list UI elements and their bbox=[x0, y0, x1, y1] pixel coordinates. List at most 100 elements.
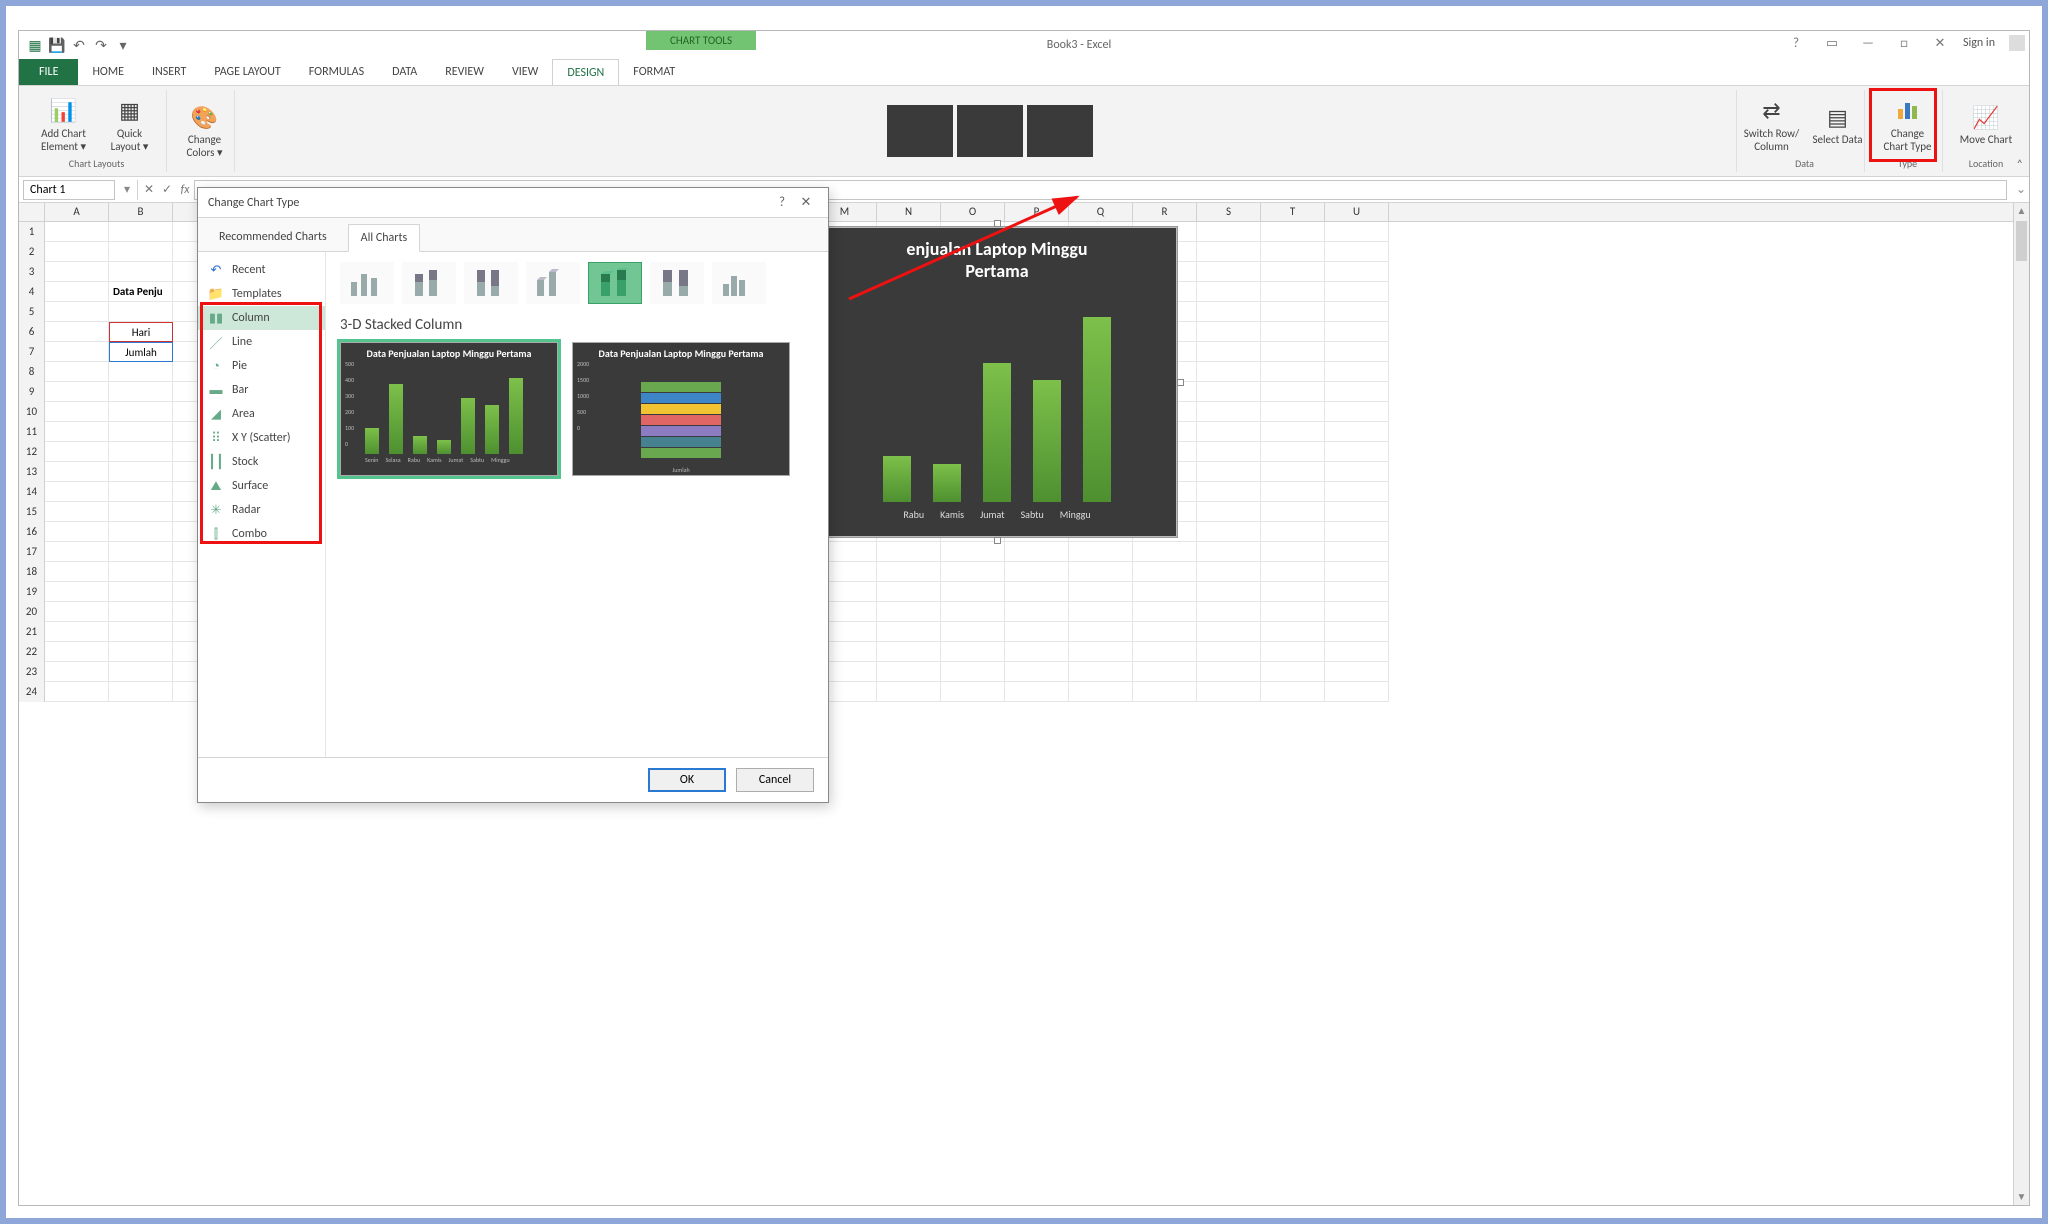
cell[interactable] bbox=[1261, 282, 1325, 302]
name-box-dropdown-icon[interactable]: ▾ bbox=[119, 182, 135, 197]
row-header[interactable]: 23 bbox=[19, 662, 45, 682]
cell[interactable] bbox=[941, 582, 1005, 602]
cell[interactable] bbox=[1325, 482, 1389, 502]
cell[interactable] bbox=[1133, 582, 1197, 602]
fx-button[interactable]: fx bbox=[176, 183, 194, 197]
cell[interactable] bbox=[1069, 622, 1133, 642]
select-data-button[interactable]: ▤ Select Data bbox=[1810, 103, 1866, 146]
cell[interactable] bbox=[1325, 442, 1389, 462]
cell[interactable] bbox=[109, 682, 173, 702]
cell[interactable] bbox=[1069, 582, 1133, 602]
cell[interactable] bbox=[1133, 662, 1197, 682]
cell[interactable] bbox=[109, 462, 173, 482]
redo-icon[interactable]: ↷ bbox=[91, 35, 111, 55]
column-header[interactable]: S bbox=[1197, 203, 1261, 221]
row-header[interactable]: 5 bbox=[19, 302, 45, 322]
column-header[interactable]: U bbox=[1325, 203, 1389, 221]
cell[interactable] bbox=[877, 562, 941, 582]
subtype-stacked-column[interactable] bbox=[402, 262, 456, 304]
cat-scatter[interactable]: ⠿X Y (Scatter) bbox=[198, 426, 325, 450]
row-header[interactable]: 17 bbox=[19, 542, 45, 562]
cell[interactable] bbox=[45, 542, 109, 562]
cell[interactable] bbox=[109, 482, 173, 502]
cell[interactable] bbox=[109, 662, 173, 682]
row-header[interactable]: 7 bbox=[19, 342, 45, 362]
cell[interactable] bbox=[1197, 502, 1261, 522]
chart-plot-area[interactable] bbox=[828, 292, 1166, 502]
cell[interactable] bbox=[1325, 342, 1389, 362]
cell[interactable] bbox=[1197, 302, 1261, 322]
cell[interactable] bbox=[1069, 642, 1133, 662]
cell[interactable] bbox=[109, 242, 173, 262]
cell[interactable] bbox=[1261, 642, 1325, 662]
cell[interactable] bbox=[1261, 582, 1325, 602]
subtype-clustered-column[interactable] bbox=[340, 262, 394, 304]
cell[interactable] bbox=[45, 682, 109, 702]
cell[interactable] bbox=[1325, 402, 1389, 422]
cell[interactable] bbox=[109, 302, 173, 322]
cell[interactable]: Hari bbox=[109, 322, 173, 342]
cell[interactable] bbox=[1197, 442, 1261, 462]
cell[interactable] bbox=[109, 502, 173, 522]
cell[interactable] bbox=[1005, 562, 1069, 582]
tab-all-charts[interactable]: All Charts bbox=[348, 224, 421, 252]
cell[interactable] bbox=[45, 222, 109, 242]
cell[interactable] bbox=[1261, 662, 1325, 682]
cell[interactable] bbox=[45, 282, 109, 302]
scroll-up-icon[interactable]: ▲ bbox=[2014, 203, 2029, 219]
cell[interactable] bbox=[1325, 302, 1389, 322]
cell[interactable] bbox=[1197, 462, 1261, 482]
cell[interactable] bbox=[1325, 262, 1389, 282]
tab-formulas[interactable]: FORMULAS bbox=[295, 59, 378, 85]
cell[interactable] bbox=[109, 542, 173, 562]
cell[interactable] bbox=[45, 442, 109, 462]
cell[interactable] bbox=[109, 622, 173, 642]
cell[interactable] bbox=[45, 322, 109, 342]
cell[interactable] bbox=[1197, 582, 1261, 602]
tab-format[interactable]: FORMAT bbox=[619, 59, 689, 85]
tab-design[interactable]: DESIGN bbox=[552, 59, 619, 85]
cancel-button[interactable]: Cancel bbox=[736, 768, 814, 792]
cell[interactable] bbox=[1261, 262, 1325, 282]
cat-line[interactable]: ／Line bbox=[198, 330, 325, 354]
cell[interactable] bbox=[1261, 322, 1325, 342]
cell[interactable] bbox=[1325, 222, 1389, 242]
row-header[interactable]: 21 bbox=[19, 622, 45, 642]
cat-radar[interactable]: ✳Radar bbox=[198, 498, 325, 522]
column-header[interactable]: T bbox=[1261, 203, 1325, 221]
cell[interactable] bbox=[1325, 662, 1389, 682]
cell[interactable] bbox=[1197, 322, 1261, 342]
move-chart-button[interactable]: 📈 Move Chart bbox=[1958, 103, 2014, 146]
cell[interactable] bbox=[1325, 422, 1389, 442]
tab-insert[interactable]: INSERT bbox=[138, 59, 200, 85]
cell[interactable] bbox=[1261, 222, 1325, 242]
cell[interactable] bbox=[1261, 242, 1325, 262]
cell[interactable] bbox=[109, 442, 173, 462]
row-header[interactable]: 10 bbox=[19, 402, 45, 422]
cell[interactable] bbox=[1005, 602, 1069, 622]
cell[interactable] bbox=[941, 622, 1005, 642]
row-header[interactable]: 14 bbox=[19, 482, 45, 502]
cell[interactable] bbox=[1133, 642, 1197, 662]
cell[interactable] bbox=[109, 522, 173, 542]
cell[interactable] bbox=[1069, 542, 1133, 562]
cat-column[interactable]: ▮▮Column bbox=[198, 306, 325, 330]
tab-data[interactable]: DATA bbox=[378, 59, 431, 85]
cell[interactable] bbox=[1197, 242, 1261, 262]
cell[interactable] bbox=[1261, 562, 1325, 582]
cell[interactable] bbox=[1197, 362, 1261, 382]
cell[interactable] bbox=[1325, 682, 1389, 702]
column-header[interactable]: A bbox=[45, 203, 109, 221]
cell[interactable] bbox=[45, 522, 109, 542]
cell[interactable] bbox=[1197, 602, 1261, 622]
cell[interactable] bbox=[45, 402, 109, 422]
cell[interactable] bbox=[1325, 382, 1389, 402]
save-icon[interactable]: 💾 bbox=[47, 35, 67, 55]
cell[interactable] bbox=[1325, 362, 1389, 382]
cell[interactable] bbox=[1197, 342, 1261, 362]
cell[interactable] bbox=[941, 562, 1005, 582]
cell[interactable] bbox=[109, 602, 173, 622]
cell[interactable] bbox=[1005, 622, 1069, 642]
cell[interactable] bbox=[1197, 542, 1261, 562]
row-header[interactable]: 4 bbox=[19, 282, 45, 302]
